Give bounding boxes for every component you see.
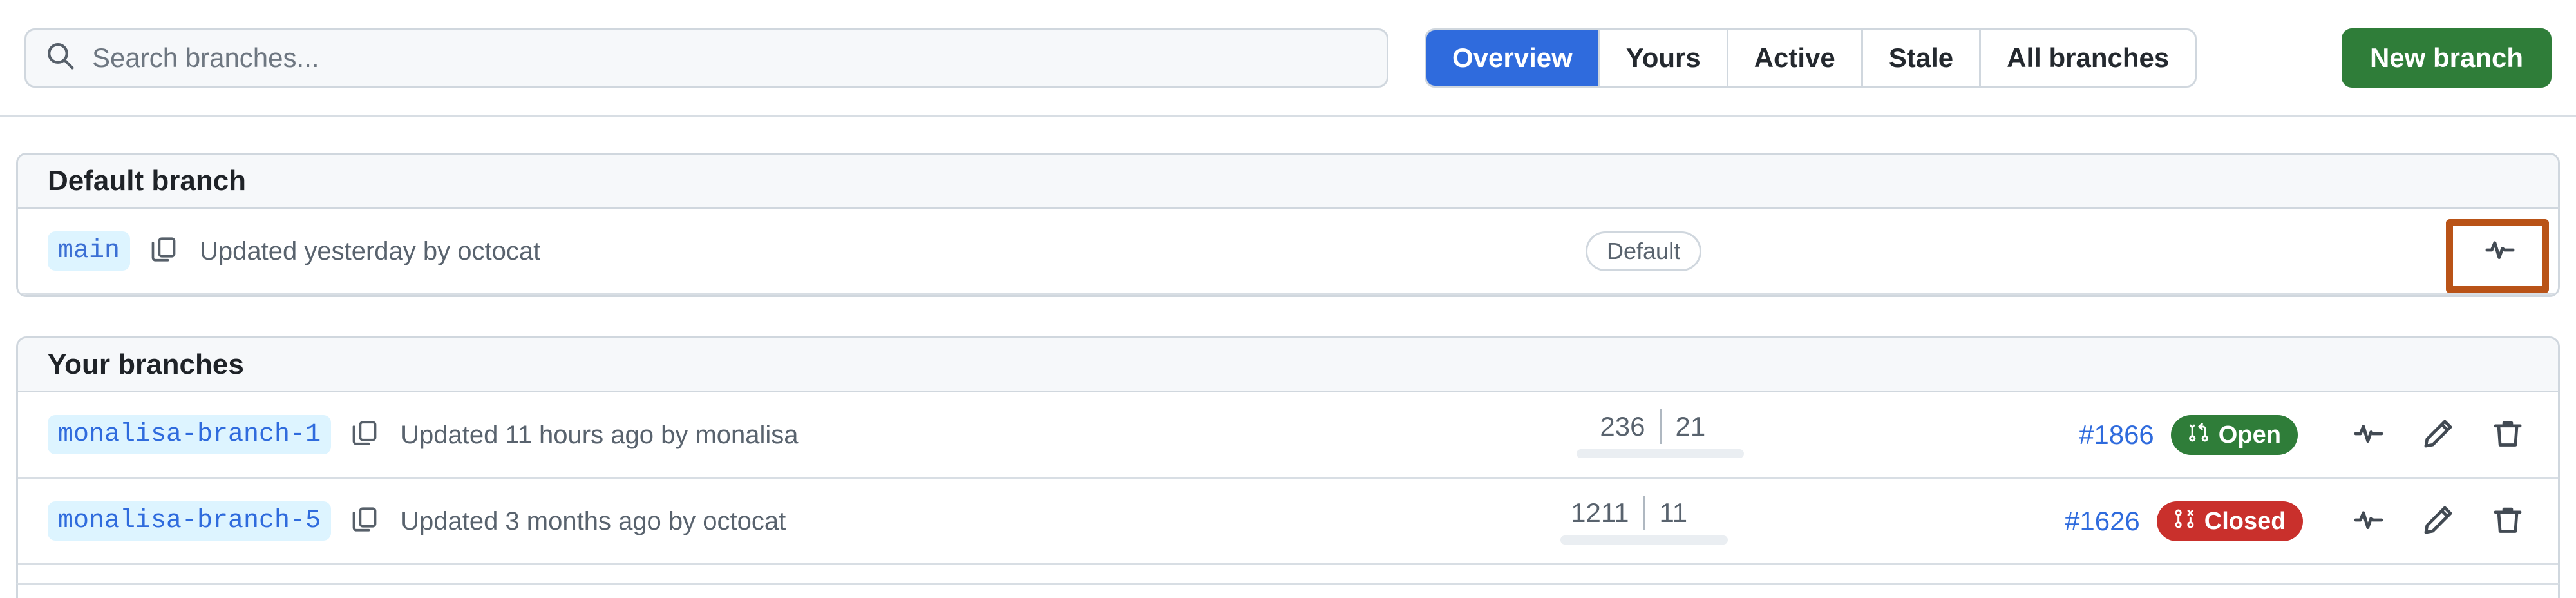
filter-tab-stale[interactable]: Stale bbox=[1861, 30, 1980, 86]
status-badge: Open bbox=[2170, 414, 2298, 455]
branch-activity-button[interactable] bbox=[2348, 501, 2389, 542]
status-badge: Closed bbox=[2156, 501, 2303, 541]
copy-icon[interactable] bbox=[350, 505, 379, 537]
branch-filter-segmented-control: Overview Yours Active Stale All branches bbox=[1425, 28, 2197, 88]
branch-updated-meta: Updated 3 months ago by octocat bbox=[401, 506, 786, 535]
ahead-count: 21 bbox=[1675, 410, 1706, 441]
activity-icon bbox=[2353, 504, 2385, 538]
status-badge-label: Closed bbox=[2204, 507, 2286, 535]
activity-icon bbox=[2353, 418, 2385, 452]
next-branch-row-partial bbox=[16, 583, 2560, 598]
default-branch-title: Default branch bbox=[48, 164, 247, 197]
copy-icon[interactable] bbox=[149, 235, 178, 267]
pencil-icon bbox=[2422, 418, 2454, 452]
branch-row-left: monalisa-branch-5 Updated 3 months ago b… bbox=[48, 501, 786, 541]
branch-updated-meta: Updated yesterday by octocat bbox=[200, 236, 541, 265]
branch-row-left: main Updated yesterday by octocat bbox=[48, 231, 540, 271]
status-badge-label: Open bbox=[2218, 421, 2281, 448]
filter-tab-yours[interactable]: Yours bbox=[1598, 30, 1727, 86]
behind-count: 1211 bbox=[1571, 497, 1629, 528]
table-row[interactable]: monalisa-branch-1 Updated 11 hours ago b… bbox=[18, 392, 2558, 479]
default-branch-panel-header: Default branch bbox=[18, 155, 2558, 209]
new-branch-button[interactable]: New branch bbox=[2341, 28, 2552, 88]
branch-updated-meta: Updated 11 hours ago by monalisa bbox=[401, 420, 799, 449]
ahead-behind-bar bbox=[1560, 535, 1728, 545]
branch-row-left: monalisa-branch-1 Updated 11 hours ago b… bbox=[48, 414, 799, 455]
search-input[interactable] bbox=[92, 30, 1367, 86]
delete-branch-button[interactable] bbox=[2487, 501, 2528, 542]
your-branches-title: Your branches bbox=[48, 348, 244, 380]
default-badge-wrap: Default bbox=[1586, 231, 1702, 271]
table-row[interactable]: main Updated yesterday by octocat Defaul… bbox=[18, 209, 2558, 295]
behind-count: 236 bbox=[1600, 410, 1645, 441]
pencil-icon bbox=[2422, 504, 2454, 538]
branch-actions bbox=[2348, 414, 2528, 456]
delete-branch-button[interactable] bbox=[2487, 414, 2528, 456]
branch-name-link[interactable]: main bbox=[48, 231, 131, 271]
ahead-behind-counts: 236 21 bbox=[1564, 409, 1757, 444]
filter-tab-all-branches[interactable]: All branches bbox=[1979, 30, 2195, 86]
copy-icon[interactable] bbox=[350, 419, 379, 450]
branch-activity-button[interactable] bbox=[2348, 414, 2389, 456]
activity-icon bbox=[2484, 234, 2516, 268]
branch-name-link[interactable]: monalisa-branch-5 bbox=[48, 501, 332, 541]
rename-branch-button[interactable] bbox=[2418, 501, 2459, 542]
trash-icon bbox=[2492, 418, 2524, 452]
ahead-behind-indicator[interactable]: 1211 11 bbox=[1548, 495, 1741, 545]
rename-branch-button[interactable] bbox=[2418, 414, 2459, 456]
pull-request-info: #1626 Closed bbox=[2065, 501, 2303, 541]
search-branches-field[interactable] bbox=[24, 28, 1388, 88]
pull-request-link[interactable]: #1866 bbox=[2079, 421, 2154, 448]
pull-request-closed-icon bbox=[2174, 508, 2195, 534]
your-branches-panel: Your branches monalisa-branch-1 Updated … bbox=[16, 336, 2560, 598]
pull-request-open-icon bbox=[2188, 421, 2210, 448]
branch-activity-button[interactable] bbox=[2479, 231, 2521, 272]
search-icon bbox=[46, 41, 75, 74]
branches-page: Overview Yours Active Stale All branches… bbox=[0, 0, 2576, 598]
ahead-behind-bar bbox=[1577, 448, 1744, 458]
branch-actions bbox=[2348, 501, 2528, 542]
pull-request-info: #1866 Open bbox=[2079, 414, 2298, 455]
ahead-behind-counts: 1211 11 bbox=[1548, 495, 1741, 530]
ahead-count: 11 bbox=[1659, 497, 1688, 528]
status-badge: Default bbox=[1586, 231, 1702, 271]
pull-request-link[interactable]: #1626 bbox=[2065, 507, 2140, 535]
filter-tab-overview[interactable]: Overview bbox=[1426, 30, 1598, 86]
your-branches-panel-header: Your branches bbox=[18, 338, 2558, 392]
branch-name-link[interactable]: monalisa-branch-1 bbox=[48, 414, 332, 455]
filter-tab-active[interactable]: Active bbox=[1726, 30, 1861, 86]
ahead-behind-indicator[interactable]: 236 21 bbox=[1564, 409, 1757, 458]
trash-icon bbox=[2492, 504, 2524, 538]
default-branch-panel: Default branch main Updated yesterday by… bbox=[16, 153, 2560, 297]
branches-toolbar: Overview Yours Active Stale All branches… bbox=[0, 0, 2576, 117]
table-row[interactable]: monalisa-branch-5 Updated 3 months ago b… bbox=[18, 479, 2558, 565]
